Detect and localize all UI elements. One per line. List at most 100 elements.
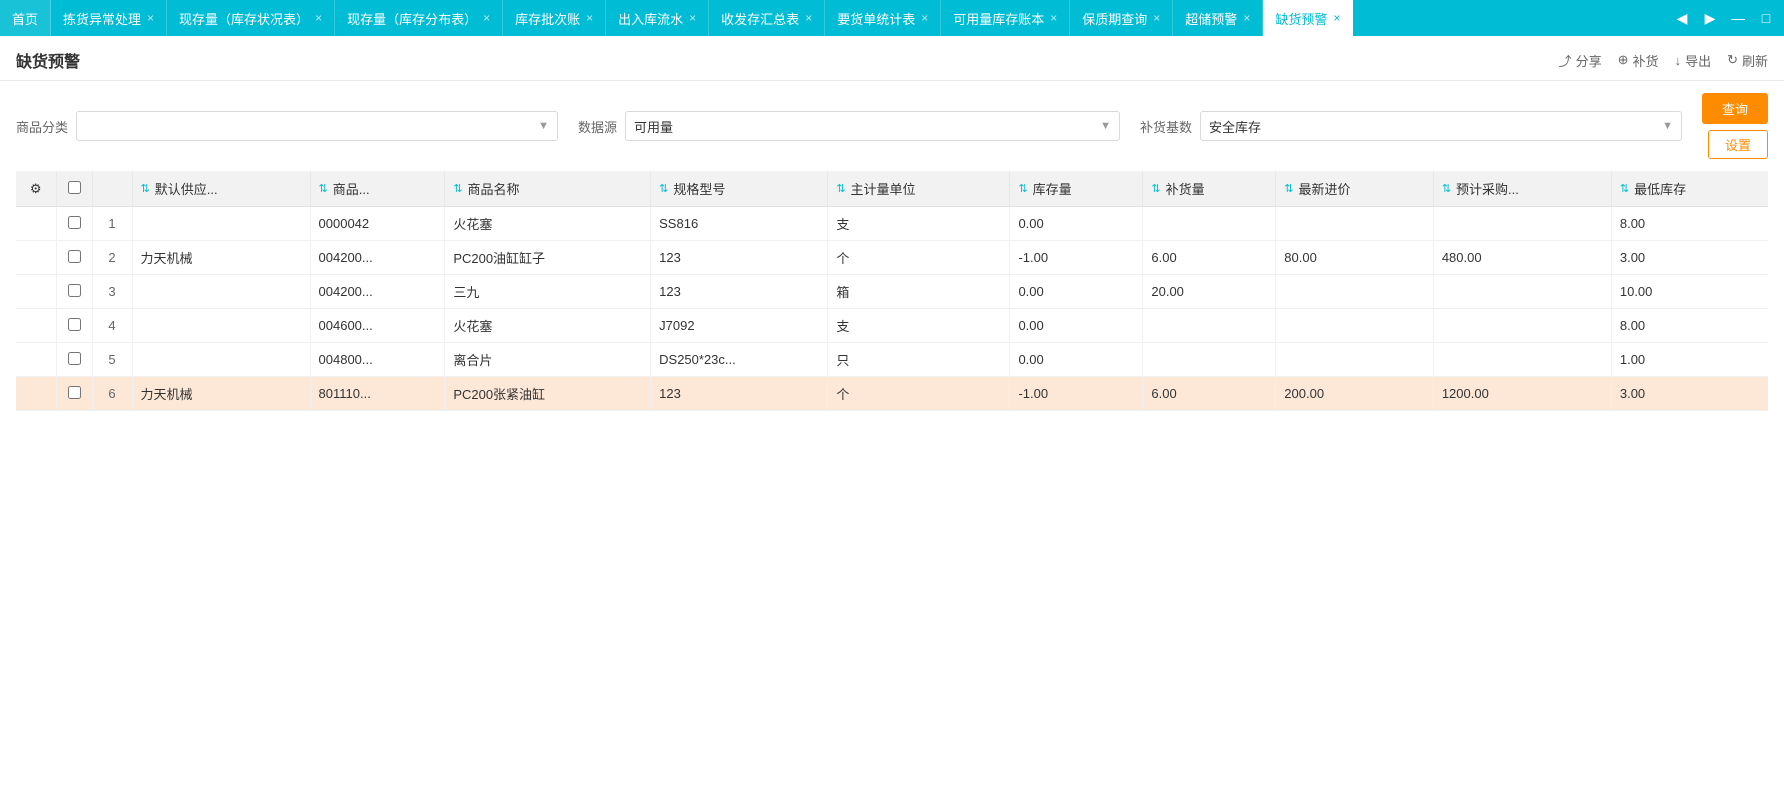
row-replenish-qty-2: 20.00 [1143,275,1276,309]
th-replenish-qty: ⇅ 补货量 [1143,171,1276,207]
row-checkbox-1[interactable] [68,250,81,263]
close-tab-overstock[interactable]: × [1243,11,1250,25]
query-button[interactable]: 查询 [1702,93,1768,124]
row-product-name-5: PC200张紧油缸 [445,377,651,411]
nav-tab-picking[interactable]: 拣货异常处理 × [51,0,167,36]
min-stock-sort-icon: ⇅ [1620,182,1629,195]
row-settings-0 [16,207,56,241]
datasource-label: 数据源 [578,117,617,136]
category-dropdown-arrow: ▼ [538,120,549,132]
nav-tab-available[interactable]: 可用量库存账本 × [941,0,1070,36]
nav-minimize-button[interactable]: — [1724,4,1752,32]
row-unit-0: 支 [828,207,1010,241]
nav-prev-button[interactable]: ◀ [1668,4,1696,32]
share-button[interactable]: ⤴ 分享 [1559,51,1602,70]
th-checkbox [56,171,92,207]
close-tab-expiry[interactable]: × [1153,11,1160,25]
replenish-button[interactable]: ⊕ 补货 [1618,51,1659,70]
row-latest-price-3 [1276,309,1434,343]
row-estimated-purchase-4 [1433,343,1611,377]
th-product-code: ⇅ 商品... [310,171,445,207]
nav-next-button[interactable]: ▶ [1696,4,1724,32]
replenish-qty-sort-icon: ⇅ [1151,182,1160,195]
row-settings-1 [16,241,56,275]
th-supplier: ⇅ 默认供应... [132,171,310,207]
product-name-sort-icon: ⇅ [453,182,462,195]
nav-tab-flow[interactable]: 出入库流水 × [606,0,709,36]
nav-tab-home[interactable]: 首页 [0,0,51,36]
share-icon: ⤴ [1559,51,1572,70]
replenish-icon: ⊕ [1618,52,1629,68]
row-replenish-qty-0 [1143,207,1276,241]
close-tab-flow[interactable]: × [689,11,696,25]
nav-tab-expiry[interactable]: 保质期查询 × [1070,0,1173,36]
row-spec-4: DS250*23c... [651,343,828,377]
shortage-table: ⚙ ⇅ 默认供应... ⇅ 商 [16,171,1768,411]
settings-gear-icon: ⚙ [30,181,42,196]
close-tab-picking[interactable]: × [147,11,154,25]
page-header: 缺货预警 ⤴ 分享 ⊕ 补货 ↓ 导出 ↻ 刷新 [0,36,1784,81]
table-row: 5 004800... 离合片 DS250*23c... 只 0.00 1.00 [16,343,1768,377]
datasource-select[interactable]: 可用量 ▼ [625,111,1120,141]
datasource-filter: 数据源 可用量 ▼ [578,111,1120,141]
row-replenish-qty-1: 6.00 [1143,241,1276,275]
top-navigation: 首页 拣货异常处理 × 现存量（库存状况表） × 现存量（库存分布表） × 库存… [0,0,1784,36]
th-row-num [92,171,132,207]
supplier-sort-icon: ⇅ [141,182,150,195]
row-checkbox-5[interactable] [68,386,81,399]
nav-tab-batch[interactable]: 库存批次账 × [503,0,606,36]
table-row: 3 004200... 三九 123 箱 0.00 20.00 10.00 [16,275,1768,309]
row-stock-1: -1.00 [1010,241,1143,275]
nav-tab-requisition[interactable]: 要货单统计表 × [825,0,941,36]
nav-tab-shortage[interactable]: 缺货预警 × [1263,0,1353,36]
row-latest-price-1: 80.00 [1276,241,1434,275]
replenish-select[interactable]: 安全库存 ▼ [1200,111,1682,141]
close-tab-available[interactable]: × [1050,11,1057,25]
row-min-stock-0: 8.00 [1611,207,1768,241]
row-checkbox-4[interactable] [68,352,81,365]
close-tab-batch[interactable]: × [586,11,593,25]
row-stock-3: 0.00 [1010,309,1143,343]
spec-sort-icon: ⇅ [659,182,668,195]
close-tab-inventory2[interactable]: × [483,11,490,25]
refresh-button[interactable]: ↻ 刷新 [1727,51,1768,70]
nav-tab-summary[interactable]: 收发存汇总表 × [709,0,825,36]
table-row: 6 力天机械 801110... PC200张紧油缸 123 个 -1.00 6… [16,377,1768,411]
nav-tab-inventory1[interactable]: 现存量（库存状况表） × [167,0,335,36]
refresh-icon: ↻ [1727,52,1738,68]
select-all-checkbox[interactable] [68,181,81,194]
row-checkbox-3[interactable] [68,318,81,331]
th-settings[interactable]: ⚙ [16,171,56,207]
row-product-code-0: 0000042 [310,207,445,241]
close-tab-summary[interactable]: × [805,11,812,25]
close-tab-requisition[interactable]: × [921,11,928,25]
row-num-3: 4 [92,309,132,343]
close-tab-inventory1[interactable]: × [315,11,322,25]
row-estimated-purchase-5: 1200.00 [1433,377,1611,411]
row-spec-5: 123 [651,377,828,411]
row-estimated-purchase-1: 480.00 [1433,241,1611,275]
nav-tab-overstock[interactable]: 超储预警 × [1173,0,1263,36]
table-header-row: ⚙ ⇅ 默认供应... ⇅ 商 [16,171,1768,207]
row-checkbox-2[interactable] [68,284,81,297]
close-tab-shortage[interactable]: × [1333,11,1340,25]
row-unit-5: 个 [828,377,1010,411]
replenish-filter: 补货基数 安全库存 ▼ [1140,111,1682,141]
row-min-stock-5: 3.00 [1611,377,1768,411]
row-stock-5: -1.00 [1010,377,1143,411]
row-replenish-qty-4 [1143,343,1276,377]
row-product-name-2: 三九 [445,275,651,309]
settings-button[interactable]: 设置 [1708,130,1768,159]
row-product-code-3: 004600... [310,309,445,343]
row-latest-price-5: 200.00 [1276,377,1434,411]
row-checkbox-0[interactable] [68,216,81,229]
row-product-code-1: 004200... [310,241,445,275]
category-select[interactable]: ▼ [76,111,558,141]
row-settings-5 [16,377,56,411]
export-button[interactable]: ↓ 导出 [1675,51,1712,70]
row-num-5: 6 [92,377,132,411]
row-product-name-3: 火花塞 [445,309,651,343]
nav-maximize-button[interactable]: □ [1752,4,1780,32]
nav-tab-inventory2[interactable]: 现存量（库存分布表） × [335,0,503,36]
row-replenish-qty-5: 6.00 [1143,377,1276,411]
